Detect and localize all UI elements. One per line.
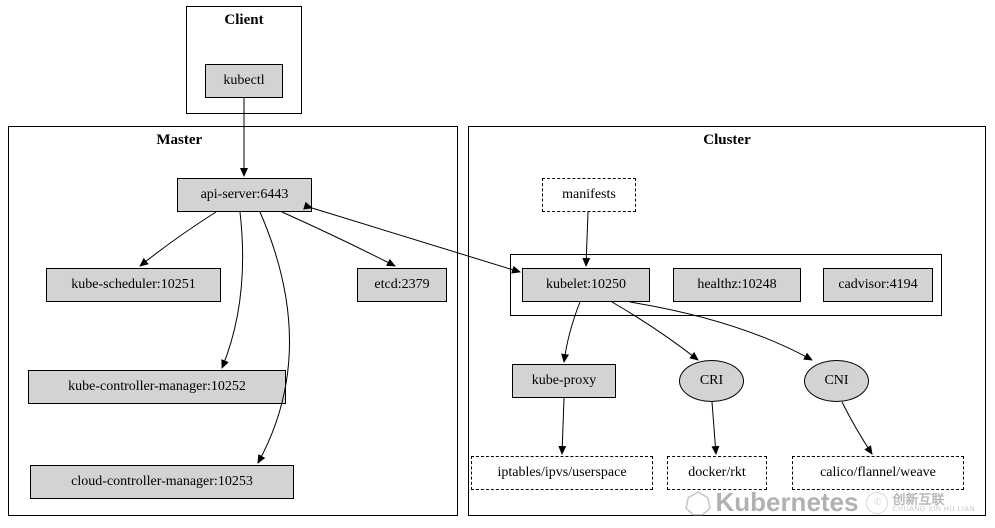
kube-controller-manager-node: kube-controller-manager:10252 xyxy=(28,370,286,404)
api-server-node: api-server:6443 xyxy=(177,178,312,212)
cni-node: CNI xyxy=(804,360,869,402)
calico-node: calico/flannel/weave xyxy=(792,456,964,490)
healthz-node: healthz:10248 xyxy=(673,268,801,302)
iptables-text: iptables/ipvs/userspace xyxy=(497,465,626,481)
cluster-label: Cluster xyxy=(703,132,751,149)
cri-text: CRI xyxy=(700,373,723,389)
cloud-controller-manager-node: cloud-controller-manager:10253 xyxy=(30,465,294,499)
kubernetes-watermark-text: Kubernetes xyxy=(715,487,858,518)
kubectl-node: kubectl xyxy=(205,64,283,98)
kubelet-text: kubelet:10250 xyxy=(546,277,626,293)
etcd-text: etcd:2379 xyxy=(374,277,429,293)
etcd-node: etcd:2379 xyxy=(357,268,447,302)
api-server-text: api-server:6443 xyxy=(201,187,289,203)
cxhl-brand-sub-text: CHUANG XIN HU LIAN xyxy=(892,506,975,513)
cri-node: CRI xyxy=(679,360,744,402)
iptables-node: iptables/ipvs/userspace xyxy=(471,456,653,490)
kube-scheduler-text: kube-scheduler:10251 xyxy=(71,277,195,293)
docker-node: docker/rkt xyxy=(667,456,767,490)
calico-text: calico/flannel/weave xyxy=(820,465,936,481)
cni-text: CNI xyxy=(824,373,848,389)
cxhl-brand-text: 创新互联 xyxy=(892,493,975,506)
cxhl-logo-icon: ⦶ xyxy=(866,492,888,514)
cadvisor-node: cadvisor:4194 xyxy=(823,268,933,302)
kubernetes-logo-icon xyxy=(685,490,711,516)
manifests-text: manifests xyxy=(562,187,616,203)
kube-scheduler-node: kube-scheduler:10251 xyxy=(46,268,221,302)
manifests-node: manifests xyxy=(542,178,636,212)
healthz-text: healthz:10248 xyxy=(697,277,776,293)
client-label: Client xyxy=(224,12,263,29)
master-label: Master xyxy=(156,132,202,149)
kube-proxy-text: kube-proxy xyxy=(532,373,597,389)
kube-proxy-node: kube-proxy xyxy=(512,364,616,398)
kube-controller-manager-text: kube-controller-manager:10252 xyxy=(68,379,246,395)
kubectl-text: kubectl xyxy=(223,73,264,89)
kubelet-node: kubelet:10250 xyxy=(522,268,650,302)
kubernetes-watermark: Kubernetes xyxy=(685,487,858,518)
docker-text: docker/rkt xyxy=(688,465,746,481)
cadvisor-text: cadvisor:4194 xyxy=(838,277,917,293)
cloud-controller-manager-text: cloud-controller-manager:10253 xyxy=(71,474,253,490)
cxhl-watermark: ⦶ 创新互联 CHUANG XIN HU LIAN xyxy=(866,492,975,514)
watermark: Kubernetes ⦶ 创新互联 CHUANG XIN HU LIAN xyxy=(685,487,975,518)
